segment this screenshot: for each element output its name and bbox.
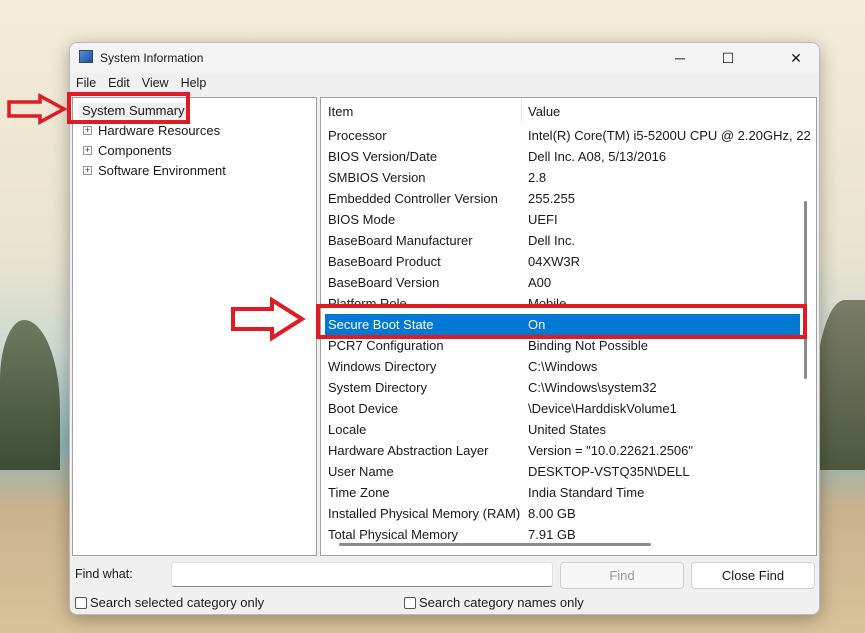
value-cell: \Device\HarddiskVolume1 — [528, 401, 677, 416]
item-cell: PCR7 Configuration — [328, 338, 444, 353]
table-row[interactable]: User Name DESKTOP-VSTQ35N\DELL — [325, 461, 800, 482]
table-row[interactable]: Hardware Abstraction Layer Version = "10.… — [325, 440, 800, 461]
find-button[interactable]: Find — [560, 562, 684, 589]
find-what-input[interactable] — [171, 562, 553, 587]
item-cell: Windows Directory — [328, 359, 437, 374]
tree-item-software-environment[interactable]: Software Environment — [98, 163, 226, 178]
item-cell: Boot Device — [328, 401, 399, 416]
checkbox-label: Search selected category only — [90, 595, 265, 610]
annotation-arrow-icon — [231, 297, 306, 341]
tree-item-hardware-resources[interactable]: Hardware Resources — [98, 123, 220, 138]
item-cell: BaseBoard Manufacturer — [328, 233, 473, 248]
item-cell: System Directory — [328, 380, 427, 395]
checkbox-box[interactable] — [404, 596, 416, 609]
table-row[interactable]: BIOS Mode UEFI — [325, 209, 800, 230]
column-divider[interactable] — [521, 98, 522, 122]
value-cell: DESKTOP-VSTQ35N\DELL — [528, 464, 690, 479]
table-row[interactable]: Time Zone India Standard Time — [325, 482, 800, 503]
list-header: Item Value — [321, 98, 806, 122]
value-cell: Intel(R) Core(TM) i5-5200U CPU @ 2.20GHz… — [528, 128, 811, 143]
find-what-label: Find what: — [75, 567, 133, 581]
minimize-button[interactable]: ─ — [657, 45, 703, 71]
column-header-item[interactable]: Item — [328, 104, 353, 119]
value-cell: 2.8 — [528, 170, 547, 185]
table-row[interactable]: Processor Intel(R) Core(TM) i5-5200U CPU … — [325, 125, 811, 146]
value-cell: 8.00 GB — [528, 506, 576, 521]
background-hill — [0, 320, 60, 470]
search-category-names-checkbox[interactable]: Search category names only — [404, 595, 584, 610]
table-row[interactable]: Installed Physical Memory (RAM) 8.00 GB — [325, 503, 800, 524]
value-cell: Dell Inc. A08, 5/13/2016 — [528, 149, 667, 164]
annotation-arrow-icon — [7, 93, 68, 125]
value-cell: 255.255 — [528, 191, 575, 206]
table-row[interactable]: BIOS Version/Date Dell Inc. A08, 5/13/201… — [325, 146, 800, 167]
item-cell: Locale — [328, 422, 367, 437]
item-cell: BIOS Version/Date — [328, 149, 438, 164]
item-cell: BaseBoard Product — [328, 254, 441, 269]
annotation-highlight-box — [67, 92, 190, 124]
expand-icon[interactable]: + — [83, 146, 92, 155]
value-cell: 04XW3R — [528, 254, 581, 269]
value-cell: C:\Windows\system32 — [528, 380, 657, 395]
horizontal-scrollbar[interactable] — [339, 543, 651, 546]
value-cell: United States — [528, 422, 607, 437]
table-row[interactable]: SMBIOS Version 2.8 — [325, 167, 800, 188]
table-row[interactable]: Windows Directory C:\Windows — [325, 356, 800, 377]
item-cell: Embedded Controller Version — [328, 191, 498, 206]
value-cell: C:\Windows — [528, 359, 598, 374]
background-hill — [815, 300, 865, 470]
table-row[interactable]: BaseBoard Version A00 — [325, 272, 800, 293]
item-cell: Hardware Abstraction Layer — [328, 443, 489, 458]
table-row[interactable]: Locale United States — [325, 419, 800, 440]
checkbox-box[interactable] — [75, 596, 87, 609]
item-cell: Total Physical Memory — [328, 527, 459, 542]
item-cell: Processor — [328, 128, 387, 143]
table-row[interactable]: Boot Device \Device\HarddiskVolume1 — [325, 398, 800, 419]
value-cell: 7.91 GB — [528, 527, 576, 542]
close-button[interactable]: ✕ — [773, 45, 819, 71]
value-cell: Binding Not Possible — [528, 338, 648, 353]
value-cell: UEFI — [528, 212, 558, 227]
column-header-value[interactable]: Value — [528, 104, 560, 119]
item-cell: Time Zone — [328, 485, 390, 500]
item-cell: BIOS Mode — [328, 212, 396, 227]
table-row[interactable]: Total Physical Memory 7.91 GB — [325, 524, 800, 545]
window-title: System Information — [100, 51, 204, 65]
expand-icon[interactable]: + — [83, 166, 92, 175]
checkbox-label: Search category names only — [419, 595, 584, 610]
table-row[interactable]: System Directory C:\Windows\system32 — [325, 377, 800, 398]
annotation-highlight-box — [316, 304, 807, 339]
item-cell: Installed Physical Memory (RAM) — [328, 506, 521, 521]
item-cell: User Name — [328, 464, 394, 479]
value-cell: India Standard Time — [528, 485, 645, 500]
expand-icon[interactable]: + — [83, 126, 92, 135]
close-find-button[interactable]: Close Find — [691, 562, 815, 589]
tree-item-components[interactable]: Components — [98, 143, 172, 158]
maximize-button[interactable]: ☐ — [705, 45, 751, 71]
item-cell: SMBIOS Version — [328, 170, 426, 185]
table-row[interactable]: Embedded Controller Version 255.255 — [325, 188, 800, 209]
value-cell: A00 — [528, 275, 552, 290]
table-row[interactable]: BaseBoard Product 04XW3R — [325, 251, 800, 272]
value-cell: Dell Inc. — [528, 233, 575, 248]
item-cell: BaseBoard Version — [328, 275, 440, 290]
table-row[interactable]: BaseBoard Manufacturer Dell Inc. — [325, 230, 800, 251]
title-bar: System Information ─ ☐ ✕ — [70, 43, 819, 73]
app-icon — [79, 50, 93, 63]
vertical-scrollbar[interactable] — [804, 201, 807, 379]
value-cell: Version = "10.0.22621.2506" — [528, 443, 694, 458]
search-selected-category-checkbox[interactable]: Search selected category only — [75, 595, 264, 610]
